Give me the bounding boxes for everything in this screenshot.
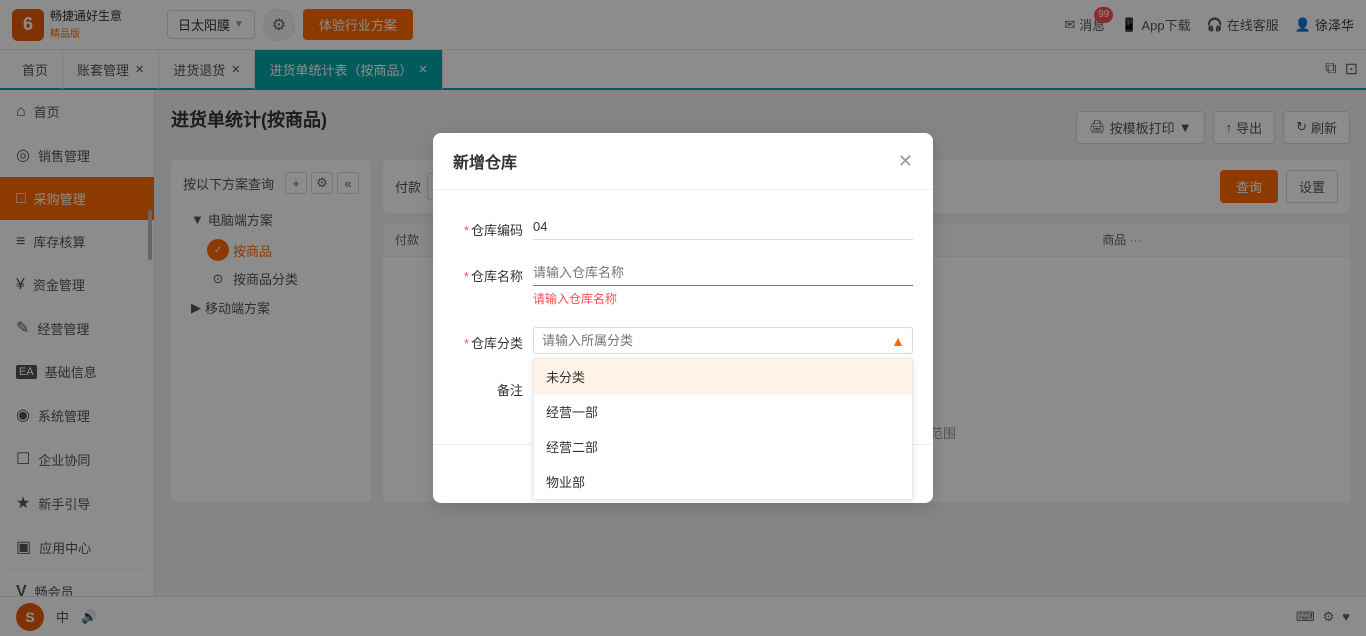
form-row-code: 仓库编码: [453, 214, 913, 240]
modal-body: 仓库编码 仓库名称 请输入仓库名称 仓库分类 ▲ 未分类 经营一部: [433, 190, 933, 444]
code-label: 仓库编码: [453, 214, 533, 239]
dropdown-item-property[interactable]: 物业部: [534, 464, 912, 499]
dropdown-item-ops2[interactable]: 经营二部: [534, 429, 912, 464]
warehouse-category-input[interactable]: [533, 327, 913, 354]
warehouse-code-input[interactable]: [533, 214, 913, 240]
chevron-up-icon[interactable]: ▲: [891, 333, 905, 349]
remark-label: 备注: [453, 374, 533, 399]
dropdown-item-ops1[interactable]: 经营一部: [534, 394, 912, 429]
modal-close-button[interactable]: ✕: [898, 151, 913, 172]
form-row-name: 仓库名称 请输入仓库名称: [453, 260, 913, 307]
modal-header: 新增仓库 ✕: [433, 133, 933, 190]
warehouse-name-input[interactable]: [533, 260, 913, 286]
new-warehouse-modal: 新增仓库 ✕ 仓库编码 仓库名称 请输入仓库名称 仓库分类 ▲: [433, 133, 933, 503]
category-label: 仓库分类: [453, 327, 533, 352]
category-dropdown: 未分类 经营一部 经营二部 物业部: [533, 358, 913, 500]
modal-title: 新增仓库: [453, 149, 517, 173]
dropdown-item-uncategorized[interactable]: 未分类: [534, 359, 912, 394]
name-error-message: 请输入仓库名称: [533, 290, 913, 307]
form-row-category: 仓库分类 ▲ 未分类 经营一部 经营二部 物业部: [453, 327, 913, 354]
name-label: 仓库名称: [453, 260, 533, 285]
